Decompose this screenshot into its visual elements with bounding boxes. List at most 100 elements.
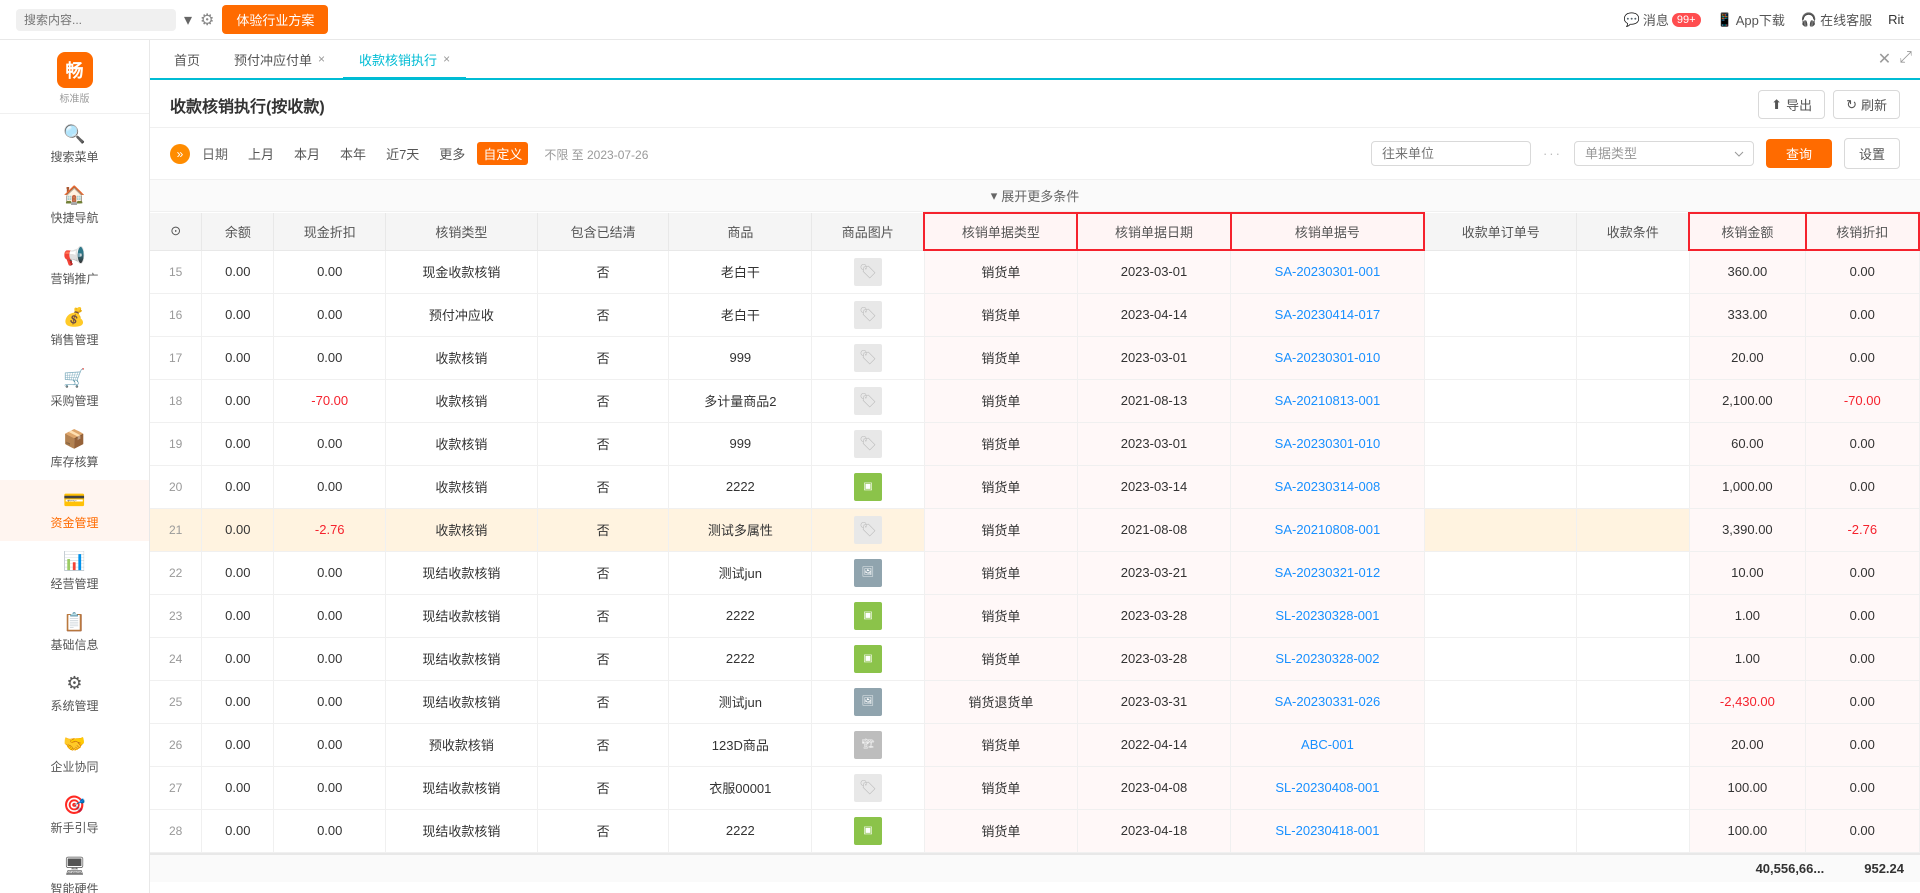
sidebar-item-newbie[interactable]: 🎯 新手引导: [0, 785, 149, 846]
cell-bill-date: 2023-03-28: [1077, 637, 1230, 680]
user-name[interactable]: Rit: [1888, 12, 1904, 27]
bill-no-link[interactable]: SL-20230328-001: [1275, 608, 1379, 623]
app-download-link[interactable]: 📱 App下载: [1717, 10, 1785, 29]
bill-no-link[interactable]: SA-20230414-017: [1275, 307, 1381, 322]
sidebar-label-sales: 销售管理: [50, 331, 98, 348]
this-month-btn[interactable]: 本月: [286, 142, 328, 165]
th-included: 包含已结清: [537, 213, 669, 250]
sidebar-item-nav[interactable]: 🏠 快捷导航: [0, 175, 149, 236]
bill-no-link[interactable]: SL-20230418-001: [1275, 823, 1379, 838]
sidebar-label-system: 系统管理: [50, 697, 98, 714]
marketing-icon: 📢: [63, 246, 85, 267]
bill-no-link[interactable]: SA-20230301-001: [1275, 264, 1381, 279]
bill-no-link[interactable]: SL-20230408-001: [1275, 780, 1379, 795]
trial-industry-button[interactable]: 体验行业方案: [222, 5, 328, 34]
cell-cash-discount: 0.00: [274, 551, 386, 594]
top-search-input[interactable]: [16, 9, 176, 31]
cell-idx: 24: [150, 637, 202, 680]
header-actions: ⬆ 导出 ↻ 刷新: [1758, 90, 1900, 119]
th-product-img: 商品图片: [812, 213, 925, 250]
bill-no-link[interactable]: SA-20230301-010: [1275, 350, 1381, 365]
sidebar-item-purchase[interactable]: 🛒 采购管理: [0, 358, 149, 419]
expand-more-button[interactable]: ▾ 展开更多条件: [991, 186, 1080, 205]
bill-no-link[interactable]: SA-20230314-008: [1275, 479, 1381, 494]
cell-receipt-order: [1424, 379, 1576, 422]
dropdown-icon[interactable]: ▾: [184, 10, 192, 30]
cell-idx: 15: [150, 250, 202, 293]
tab-receipt-verify[interactable]: 收款核销执行 ×: [343, 42, 466, 79]
tab-home[interactable]: 首页: [158, 42, 216, 79]
tab-prepay[interactable]: 预付冲应付单 ×: [218, 42, 341, 79]
cell-bill-type: 销货单: [924, 465, 1077, 508]
bill-no-link[interactable]: SA-20230331-026: [1275, 694, 1381, 709]
sidebar-item-inventory[interactable]: 📦 库存核算: [0, 419, 149, 480]
bill-no-link[interactable]: SL-20230328-002: [1275, 651, 1379, 666]
cell-cash-discount: 0.00: [274, 809, 386, 852]
date-filter-label: 日期: [202, 144, 228, 163]
cell-cash-discount: -2.76: [274, 508, 386, 551]
finance-icon: 💳: [63, 490, 85, 511]
cell-cash-discount: 0.00: [274, 336, 386, 379]
sidebar-item-finance[interactable]: 💳 资金管理: [0, 480, 149, 541]
filter-toggle-btn[interactable]: »: [170, 144, 190, 164]
cell-included: 否: [537, 293, 669, 336]
sidebar-item-collab[interactable]: 🤝 企业协同: [0, 724, 149, 785]
sidebar-item-hardware[interactable]: 🖥 智能硬件: [0, 846, 149, 893]
product-image-green: ▣: [854, 602, 882, 630]
sidebar-item-operations[interactable]: 📊 经营管理: [0, 541, 149, 602]
sidebar-item-basic-info[interactable]: 📋 基础信息: [0, 602, 149, 663]
sidebar-item-search[interactable]: 🔍 搜索菜单: [0, 114, 149, 175]
cell-bill-type: 销货单: [924, 766, 1077, 809]
settings-gear-icon[interactable]: ⚙: [200, 10, 214, 30]
settings-button[interactable]: 设置: [1844, 138, 1900, 169]
cell-verify-discount: -2.76: [1806, 508, 1919, 551]
this-year-btn[interactable]: 本年: [332, 142, 374, 165]
cell-verify-type: 收款核销: [386, 508, 538, 551]
cell-bill-type: 销货单: [924, 508, 1077, 551]
cell-receipt-cond: [1577, 680, 1690, 723]
cell-verify-amount: 100.00: [1689, 766, 1805, 809]
receipt-verify-tab-close[interactable]: ×: [443, 52, 450, 66]
sidebar-item-sales[interactable]: 💰 销售管理: [0, 297, 149, 358]
sidebar-item-marketing[interactable]: 📢 营销推广: [0, 236, 149, 297]
export-icon: ⬆: [1771, 97, 1782, 113]
sidebar-label-hardware: 智能硬件: [50, 880, 98, 893]
cell-product-img: ▣: [812, 594, 925, 637]
bill-no-link[interactable]: SA-20230321-012: [1275, 565, 1381, 580]
cell-product-img: 🏷: [812, 766, 925, 809]
online-service-link[interactable]: 🎧 在线客服: [1801, 10, 1872, 29]
bill-no-link[interactable]: SA-20210808-001: [1275, 522, 1381, 537]
partner-input[interactable]: [1371, 141, 1531, 166]
7days-btn[interactable]: 近7天: [378, 142, 427, 165]
th-receipt-cond: 收款条件: [1577, 213, 1690, 250]
message-icon-area[interactable]: 💬 消息 99+: [1624, 10, 1701, 29]
cell-bill-date: 2023-03-01: [1077, 250, 1230, 293]
refresh-button[interactable]: ↻ 刷新: [1833, 90, 1900, 119]
cell-verify-type: 收款核销: [386, 422, 538, 465]
prepay-tab-label: 预付冲应付单: [234, 50, 312, 69]
tab-close-all-icon[interactable]: ✕: [1878, 49, 1891, 69]
cell-verify-amount: 60.00: [1689, 422, 1805, 465]
cell-receipt-order: [1424, 809, 1576, 852]
single-type-select[interactable]: 单据类型: [1574, 141, 1754, 166]
cell-balance: 0.00: [202, 336, 274, 379]
query-button[interactable]: 查询: [1766, 139, 1832, 168]
last-month-btn[interactable]: 上月: [240, 142, 282, 165]
cell-idx: 18: [150, 379, 202, 422]
cell-verify-type: 现结收款核销: [386, 809, 538, 852]
bill-no-link[interactable]: SA-20210813-001: [1275, 393, 1381, 408]
sidebar-item-system[interactable]: ⚙ 系统管理: [0, 663, 149, 724]
export-button[interactable]: ⬆ 导出: [1758, 90, 1825, 119]
bill-no-link[interactable]: ABC-001: [1301, 737, 1354, 752]
custom-date-btn[interactable]: 自定义: [477, 142, 528, 165]
bill-no-link[interactable]: SA-20230301-010: [1275, 436, 1381, 451]
more-date-btn[interactable]: 更多: [431, 142, 473, 165]
cell-receipt-order: [1424, 250, 1576, 293]
cell-product-img: 🏷: [812, 422, 925, 465]
product-image-placeholder: 🏷: [854, 516, 882, 544]
cell-balance: 0.00: [202, 723, 274, 766]
prepay-tab-close[interactable]: ×: [318, 52, 325, 66]
tab-expand-icon[interactable]: ⤢: [1899, 49, 1912, 69]
cell-product: 2222: [669, 809, 812, 852]
cell-verify-type: 现结收款核销: [386, 680, 538, 723]
